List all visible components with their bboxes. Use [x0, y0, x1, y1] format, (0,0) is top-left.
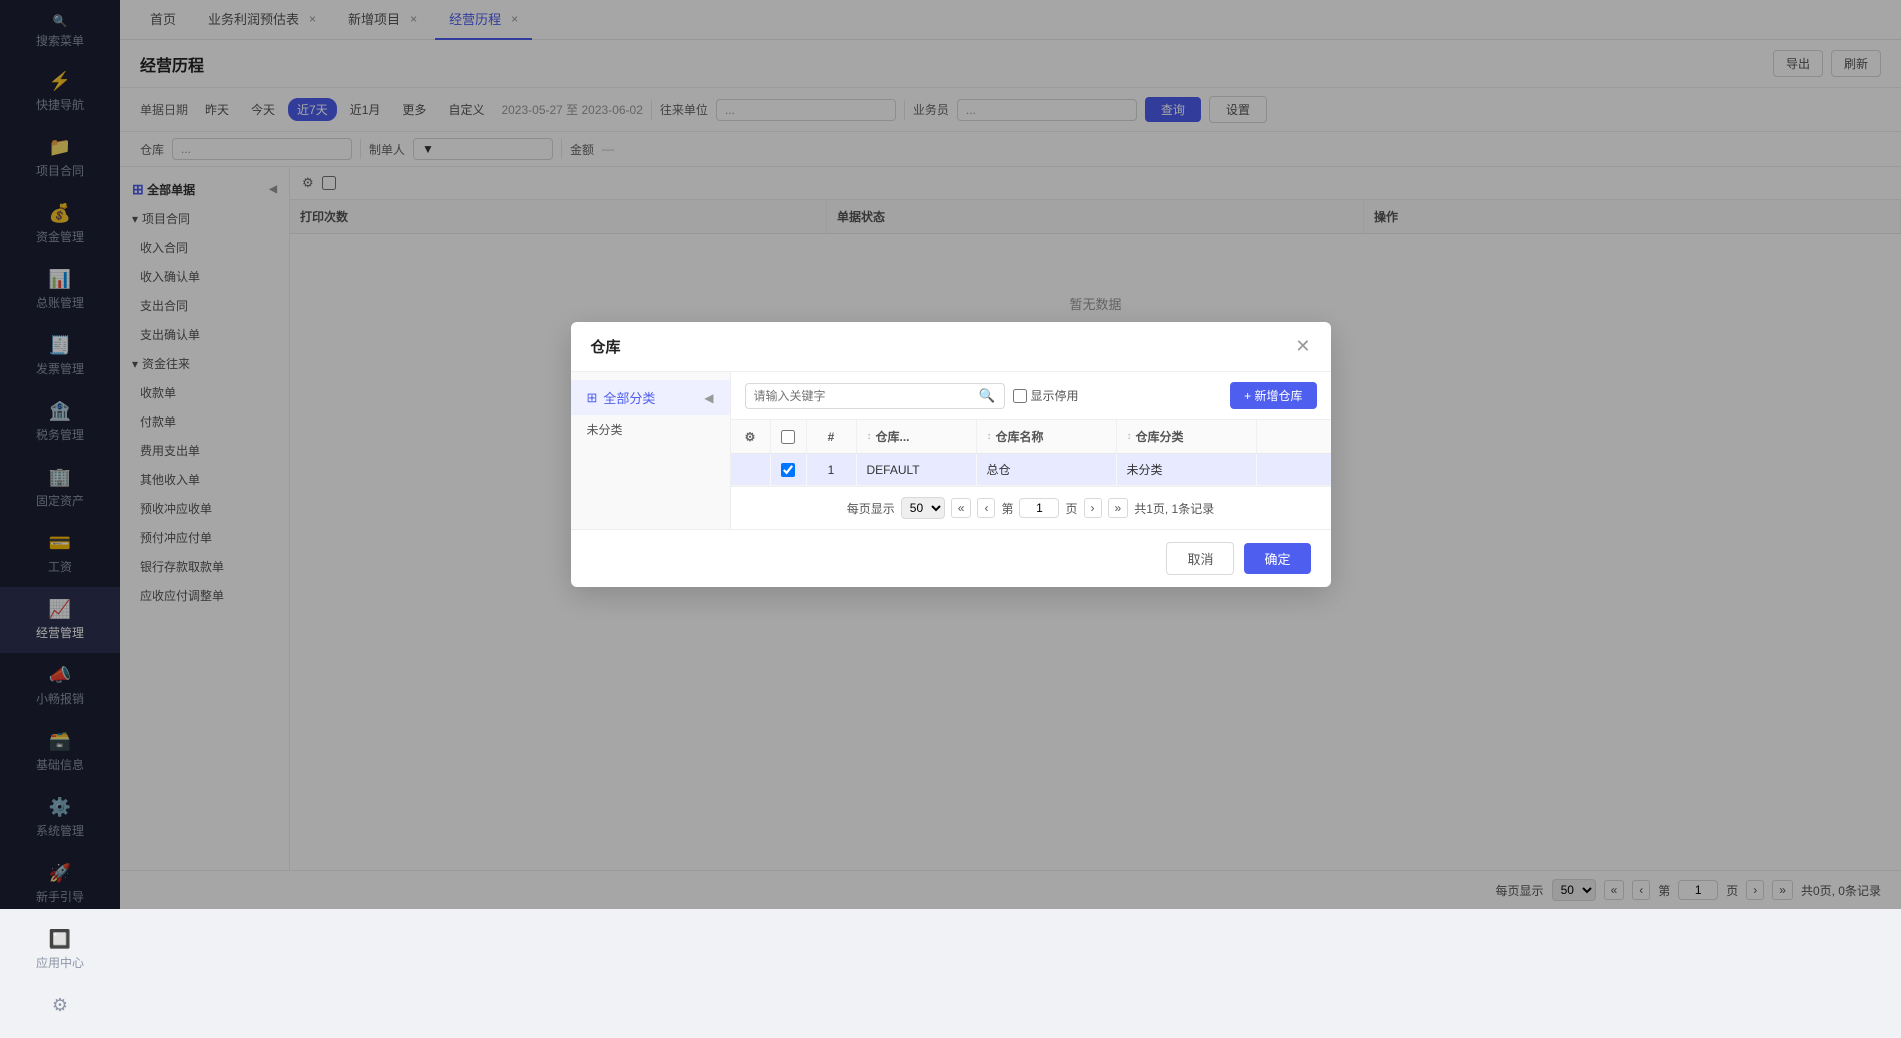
row-select-checkbox[interactable] [781, 463, 795, 477]
row-name: 总仓 [977, 454, 1117, 485]
modal-table: ⚙ # ↕ 仓库... ↕ [731, 420, 1331, 486]
collapse-icon[interactable]: ◀ [704, 391, 713, 405]
modal-title: 仓库 [591, 336, 621, 357]
sidebar-item-settings[interactable]: ⚙ [0, 983, 120, 1028]
th-gear: ⚙ [731, 420, 771, 453]
confirm-button[interactable]: 确定 [1244, 543, 1310, 574]
modal-search-button[interactable]: 🔍 [971, 384, 1004, 408]
modal-close-button[interactable]: ✕ [1295, 336, 1310, 357]
row-checkbox[interactable] [771, 454, 807, 485]
modal-per-page-select[interactable]: 50 [901, 497, 945, 519]
apps-icon: 🔲 [49, 929, 71, 950]
modal-page-input[interactable] [1019, 498, 1059, 518]
table-row[interactable]: 1 DEFAULT 总仓 未分类 [731, 454, 1331, 486]
modal-toolbar: 🔍 显示停用 + 新增仓库 [731, 372, 1331, 420]
th-checkbox [771, 420, 807, 453]
modal-page-suffix: 页 [1065, 500, 1077, 517]
th-category: ↕ 仓库分类 [1117, 420, 1257, 453]
modal-last-page-btn[interactable]: » [1108, 498, 1129, 518]
sidebar-bottom: ⚙ [0, 983, 120, 1038]
row-category: 未分类 [1117, 454, 1257, 485]
warehouse-modal: 仓库 ✕ ⊞ 全部分类 ◀ 未分类 [571, 322, 1331, 587]
modal-overlay: 仓库 ✕ ⊞ 全部分类 ◀ 未分类 [0, 0, 1901, 909]
cancel-button[interactable]: 取消 [1166, 542, 1234, 575]
modal-body: ⊞ 全部分类 ◀ 未分类 🔍 显示停用 [571, 372, 1331, 529]
modal-table-header: ⚙ # ↕ 仓库... ↕ [731, 420, 1331, 454]
grid-icon: ⊞ [587, 390, 598, 406]
row-code: DEFAULT [857, 454, 977, 485]
modal-left-all-categories[interactable]: ⊞ 全部分类 ◀ [571, 380, 730, 415]
modal-footer: 取消 确定 [571, 529, 1331, 587]
show-disabled-label[interactable]: 显示停用 [1013, 387, 1079, 404]
modal-search-input[interactable] [746, 385, 971, 407]
settings-icon-th[interactable]: ⚙ [745, 430, 756, 444]
modal-per-page-label: 每页显示 [847, 500, 895, 517]
settings-icon: ⚙ [52, 995, 68, 1016]
th-index: # [807, 420, 857, 453]
th-name: ↕ 仓库名称 [977, 420, 1117, 453]
modal-next-page-btn[interactable]: › [1084, 498, 1102, 518]
modal-left-panel: ⊞ 全部分类 ◀ 未分类 [571, 372, 731, 529]
row-gear [731, 454, 771, 485]
modal-prev-page-btn[interactable]: ‹ [977, 498, 995, 518]
modal-left-unclassified[interactable]: 未分类 [571, 415, 730, 444]
th-code: ↕ 仓库... [857, 420, 977, 453]
modal-search-wrap: 🔍 [745, 383, 1005, 409]
th-select-all-checkbox[interactable] [781, 430, 795, 444]
modal-header: 仓库 ✕ [571, 322, 1331, 372]
row-index: 1 [807, 454, 857, 485]
show-disabled-checkbox[interactable] [1013, 389, 1027, 403]
modal-page-label: 第 [1001, 500, 1013, 517]
modal-total-info: 共1页, 1条记录 [1134, 500, 1214, 517]
add-warehouse-button[interactable]: + 新增仓库 [1230, 382, 1316, 409]
modal-right-panel: 🔍 显示停用 + 新增仓库 ⚙ [731, 372, 1331, 529]
modal-first-page-btn[interactable]: « [951, 498, 972, 518]
modal-pagination: 每页显示 50 « ‹ 第 页 › » 共1页, 1条记录 [731, 486, 1331, 529]
sidebar-item-apps[interactable]: 🔲 应用中心 [0, 917, 120, 983]
